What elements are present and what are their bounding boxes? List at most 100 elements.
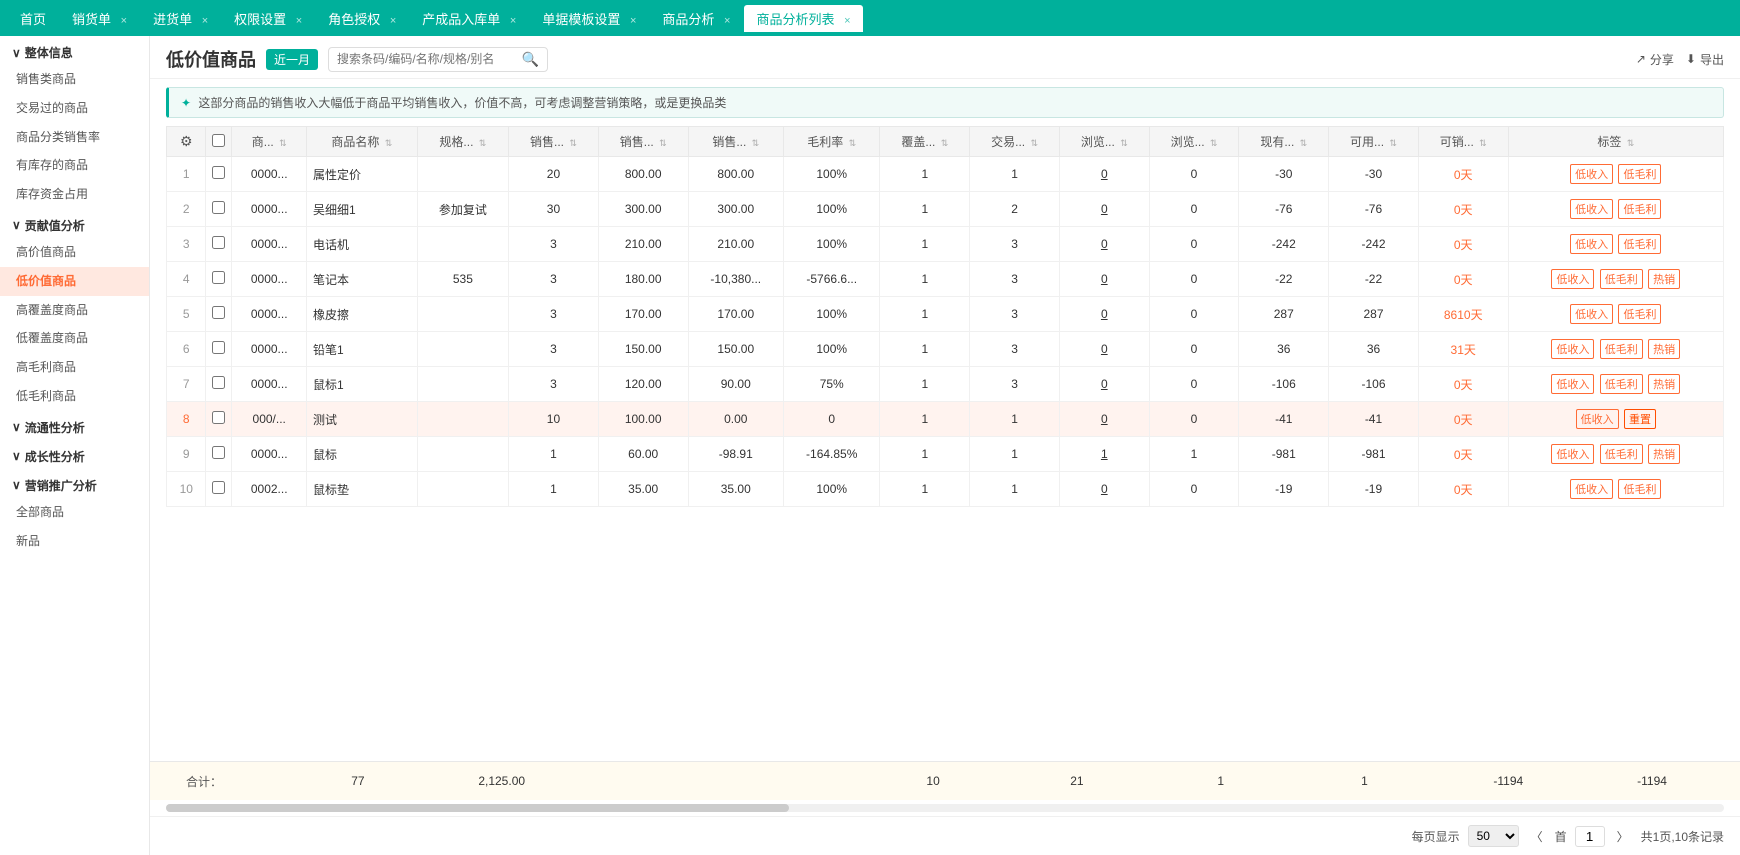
row-browse1-1[interactable]: 0 <box>1059 157 1149 192</box>
per-page-select[interactable]: 50 100 <box>1468 825 1519 847</box>
row-browse1-8[interactable]: 0 <box>1059 402 1149 437</box>
th-checkbox[interactable] <box>206 127 232 157</box>
sidebar-item-low-coverage[interactable]: 低覆盖度商品 <box>0 324 149 353</box>
sidebar-item-sales-goods[interactable]: 销售类商品 <box>0 65 149 94</box>
first-page-button[interactable]: 〈 <box>1527 826 1547 847</box>
sidebar-item-all-goods[interactable]: 全部商品 <box>0 498 149 527</box>
checkbox-6[interactable] <box>212 341 225 354</box>
nav-roles[interactable]: 角色授权 × <box>316 5 408 32</box>
th-browse1[interactable]: 浏览... ⇅ <box>1059 127 1149 157</box>
th-code[interactable]: 商... ⇅ <box>232 127 306 157</box>
nav-permissions[interactable]: 权限设置 × <box>222 5 314 32</box>
row-browse1-5[interactable]: 0 <box>1059 297 1149 332</box>
checkbox-1[interactable] <box>212 166 225 179</box>
sidebar-item-low-margin[interactable]: 低毛利商品 <box>0 382 149 411</box>
sort-sales2-icon[interactable]: ⇅ <box>659 138 667 148</box>
sidebar-section-contribution[interactable]: ∨ 贡献值分析 <box>0 209 149 238</box>
sort-name-icon[interactable]: ⇅ <box>385 138 393 148</box>
sort-browse1-icon[interactable]: ⇅ <box>1120 138 1128 148</box>
th-trade[interactable]: 交易... ⇅ <box>970 127 1060 157</box>
sidebar-section-growth[interactable]: ∨ 成长性分析 <box>0 440 149 469</box>
scrollbar-thumb[interactable] <box>166 804 789 812</box>
sort-browse2-icon[interactable]: ⇅ <box>1210 138 1218 148</box>
row-browse1-9[interactable]: 1 <box>1059 437 1149 472</box>
th-name[interactable]: 商品名称 ⇅ <box>306 127 417 157</box>
sort-stock2-icon[interactable]: ⇅ <box>1389 138 1397 148</box>
th-tags[interactable]: 标签 ⇅ <box>1508 127 1723 157</box>
row-checkbox-4[interactable] <box>206 262 232 297</box>
row-browse1-4[interactable]: 0 <box>1059 262 1149 297</box>
row-browse1-3[interactable]: 0 <box>1059 227 1149 262</box>
sidebar-section-marketing[interactable]: ∨ 营销推广分析 <box>0 469 149 498</box>
checkbox-5[interactable] <box>212 306 225 319</box>
sidebar-item-stocked-goods[interactable]: 有库存的商品 <box>0 151 149 180</box>
nav-analysis-list-close[interactable]: × <box>844 15 850 27</box>
row-checkbox-6[interactable] <box>206 332 232 367</box>
export-button[interactable]: ⬇ 导出 <box>1686 51 1724 68</box>
row-checkbox-8[interactable] <box>206 402 232 437</box>
sidebar-section-overall[interactable]: ∨ 整体信息 <box>0 36 149 65</box>
sidebar-item-category-rate[interactable]: 商品分类销售率 <box>0 123 149 152</box>
checkbox-4[interactable] <box>212 271 225 284</box>
nav-products[interactable]: 产成品入库单 × <box>410 5 528 32</box>
sidebar-item-high-coverage[interactable]: 高覆盖度商品 <box>0 296 149 325</box>
row-checkbox-2[interactable] <box>206 192 232 227</box>
row-browse1-6[interactable]: 0 <box>1059 332 1149 367</box>
sort-sales1-icon[interactable]: ⇅ <box>569 138 577 148</box>
settings-icon[interactable]: ⚙ <box>180 133 193 149</box>
sidebar-section-circulation[interactable]: ∨ 流通性分析 <box>0 411 149 440</box>
checkbox-10[interactable] <box>212 481 225 494</box>
row-checkbox-1[interactable] <box>206 157 232 192</box>
th-spec[interactable]: 规格... ⇅ <box>417 127 508 157</box>
checkbox-3[interactable] <box>212 236 225 249</box>
th-stock2[interactable]: 可用... ⇅ <box>1329 127 1419 157</box>
checkbox-2[interactable] <box>212 201 225 214</box>
search-icon[interactable]: 🔍 <box>522 51 539 68</box>
nav-purchase-close[interactable]: × <box>202 15 208 27</box>
th-sales3[interactable]: 销售... ⇅ <box>688 127 783 157</box>
search-input[interactable] <box>337 52 516 66</box>
nav-permissions-close[interactable]: × <box>296 15 302 27</box>
sort-spec-icon[interactable]: ⇅ <box>479 138 487 148</box>
nav-analysis-close[interactable]: × <box>724 15 730 27</box>
sort-gross-icon[interactable]: ⇅ <box>849 138 857 148</box>
nav-roles-close[interactable]: × <box>390 15 396 27</box>
page-number-input[interactable] <box>1575 826 1605 847</box>
sidebar-item-new-goods[interactable]: 新品 <box>0 527 149 556</box>
th-coverage[interactable]: 覆盖... ⇅ <box>880 127 970 157</box>
th-settings[interactable]: ⚙ <box>167 127 206 157</box>
nav-templates[interactable]: 单据模板设置 × <box>530 5 648 32</box>
th-gross[interactable]: 毛利率 ⇅ <box>784 127 880 157</box>
sort-trade-icon[interactable]: ⇅ <box>1030 138 1038 148</box>
sort-stock3-icon[interactable]: ⇅ <box>1479 138 1487 148</box>
scrollbar-area[interactable] <box>150 800 1740 816</box>
checkbox-9[interactable] <box>212 446 225 459</box>
th-stock1[interactable]: 现有... ⇅ <box>1239 127 1329 157</box>
row-browse1-10[interactable]: 0 <box>1059 472 1149 507</box>
row-browse1-7[interactable]: 0 <box>1059 367 1149 402</box>
filter-tag-month[interactable]: 近一月 <box>266 49 318 70</box>
th-browse2[interactable]: 浏览... ⇅ <box>1149 127 1239 157</box>
sidebar-item-low-value[interactable]: 低价值商品 <box>0 267 149 296</box>
table-container[interactable]: ⚙ 商... ⇅ 商品名称 ⇅ 规格... ⇅ 销售... ⇅ 销售... ⇅ … <box>150 126 1740 761</box>
sort-tags-icon[interactable]: ⇅ <box>1627 138 1635 148</box>
row-checkbox-10[interactable] <box>206 472 232 507</box>
th-sales1[interactable]: 销售... ⇅ <box>509 127 599 157</box>
nav-templates-close[interactable]: × <box>630 15 636 27</box>
sort-coverage-icon[interactable]: ⇅ <box>941 138 949 148</box>
sidebar-item-high-value[interactable]: 高价值商品 <box>0 238 149 267</box>
row-checkbox-9[interactable] <box>206 437 232 472</box>
share-button[interactable]: ↗ 分享 <box>1636 51 1674 68</box>
sidebar-item-high-margin[interactable]: 高毛利商品 <box>0 353 149 382</box>
last-page-button[interactable]: 〉 <box>1613 826 1633 847</box>
select-all-checkbox[interactable] <box>212 134 225 147</box>
row-browse1-2[interactable]: 0 <box>1059 192 1149 227</box>
nav-analysis-list[interactable]: 商品分析列表 × <box>744 5 862 32</box>
nav-home[interactable]: 首页 <box>8 5 58 32</box>
row-checkbox-3[interactable] <box>206 227 232 262</box>
sort-stock1-icon[interactable]: ⇅ <box>1300 138 1308 148</box>
nav-purchase[interactable]: 进货单 × <box>141 5 220 32</box>
checkbox-8[interactable] <box>212 411 225 424</box>
sidebar-item-traded-goods[interactable]: 交易过的商品 <box>0 94 149 123</box>
th-sales2[interactable]: 销售... ⇅ <box>598 127 688 157</box>
